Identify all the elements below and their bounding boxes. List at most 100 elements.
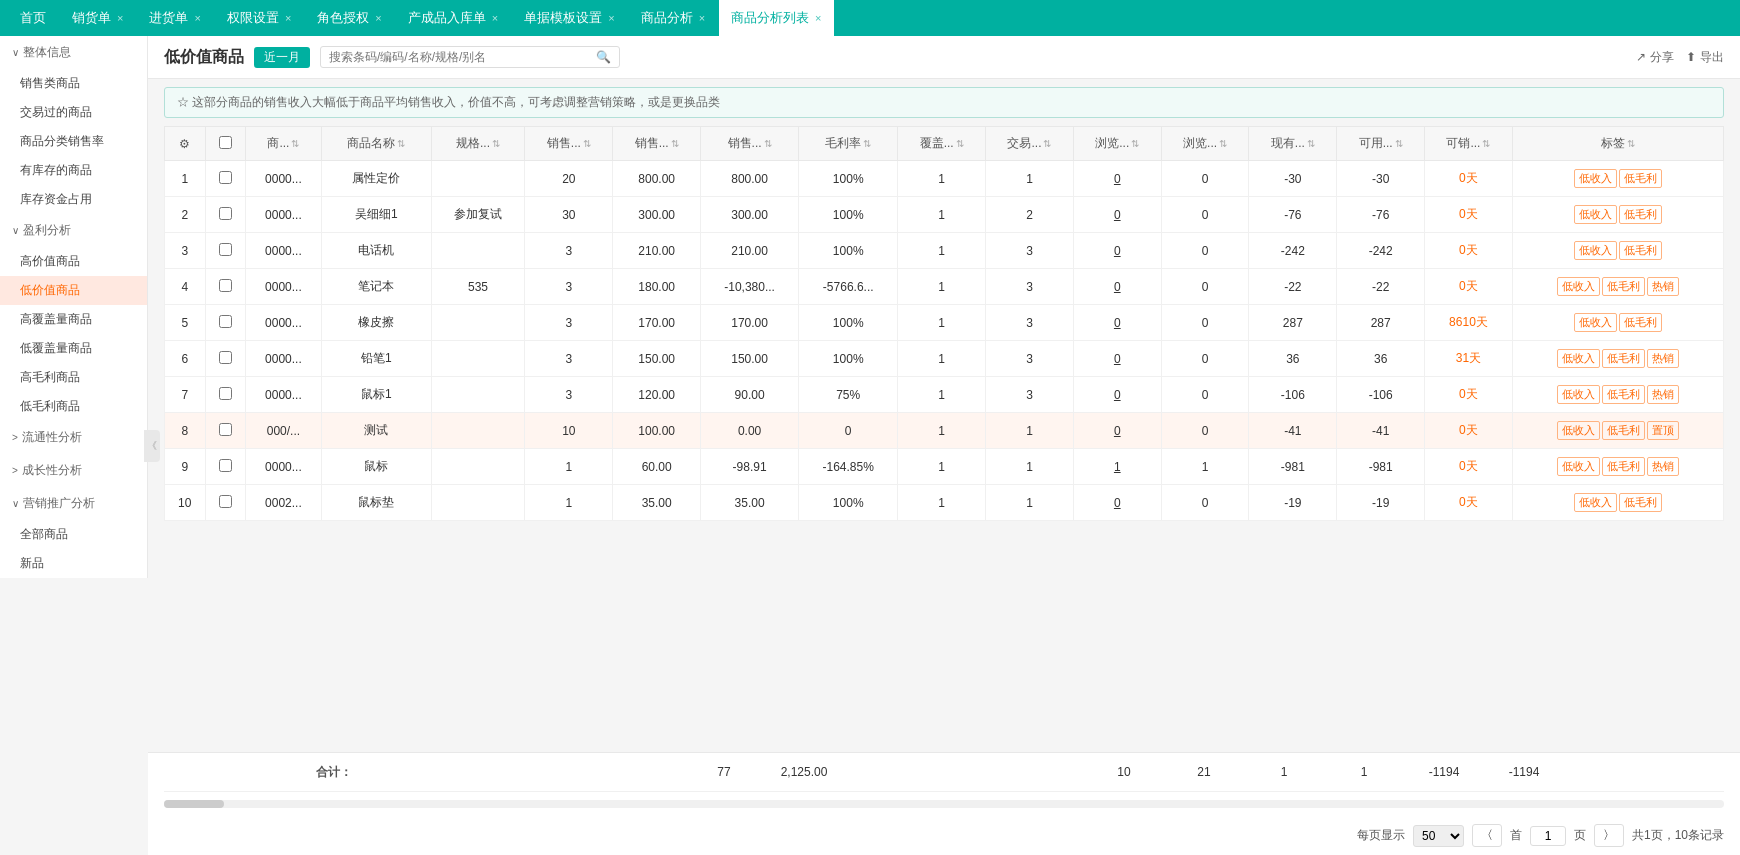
- sidebar-group-header[interactable]: ∨营销推广分析: [0, 487, 147, 520]
- close-icon[interactable]: ×: [194, 12, 200, 24]
- sidebar-collapse-button[interactable]: 《: [144, 430, 160, 462]
- first-page-button[interactable]: 〈: [1472, 824, 1502, 847]
- next-page-button[interactable]: 〉: [1594, 824, 1624, 847]
- view-link[interactable]: 0: [1114, 316, 1121, 330]
- settings-icon[interactable]: ⚙: [179, 137, 190, 151]
- sidebar-group-header[interactable]: ∨盈利分析: [0, 214, 147, 247]
- sidebar-item[interactable]: 低覆盖量商品: [0, 334, 147, 363]
- sort-icon[interactable]: ⇅: [397, 138, 405, 149]
- nav-item[interactable]: 商品分析×: [629, 0, 717, 36]
- row-checkbox-input[interactable]: [219, 315, 232, 328]
- row-checkbox-input[interactable]: [219, 171, 232, 184]
- sort-icon[interactable]: ⇅: [1627, 138, 1635, 149]
- page-size-select[interactable]: 2050100: [1413, 825, 1464, 847]
- table-column-header[interactable]: 标签⇅: [1512, 127, 1723, 161]
- row-checkbox-input[interactable]: [219, 279, 232, 292]
- nav-item[interactable]: 单据模板设置×: [512, 0, 626, 36]
- view-link[interactable]: 0: [1114, 424, 1121, 438]
- table-column-header[interactable]: 商...⇅: [245, 127, 322, 161]
- select-all-checkbox[interactable]: [219, 136, 232, 149]
- close-icon[interactable]: ×: [492, 12, 498, 24]
- sort-icon[interactable]: ⇅: [863, 138, 871, 149]
- sidebar-item[interactable]: 有库存的商品: [0, 156, 147, 185]
- sidebar-item[interactable]: 交易过的商品: [0, 98, 147, 127]
- sidebar-item[interactable]: 高毛利商品: [0, 363, 147, 392]
- table-column-header[interactable]: 现有...⇅: [1249, 127, 1337, 161]
- nav-item[interactable]: 首页: [8, 0, 58, 36]
- sidebar-group-header[interactable]: >流通性分析: [0, 421, 147, 454]
- sort-icon[interactable]: ⇅: [764, 138, 772, 149]
- table-column-header[interactable]: 规格...⇅: [431, 127, 525, 161]
- row-checkbox-input[interactable]: [219, 243, 232, 256]
- nav-item[interactable]: 商品分析列表×: [719, 0, 833, 36]
- close-icon[interactable]: ×: [699, 12, 705, 24]
- close-icon[interactable]: ×: [117, 12, 123, 24]
- sort-icon[interactable]: ⇅: [583, 138, 591, 149]
- sort-icon[interactable]: ⇅: [1043, 138, 1051, 149]
- sidebar-group-header[interactable]: ∨整体信息: [0, 36, 147, 69]
- view-link[interactable]: 0: [1114, 244, 1121, 258]
- table-column-header[interactable]: 浏览...⇅: [1073, 127, 1161, 161]
- view-link[interactable]: 1: [1114, 460, 1121, 474]
- sort-icon[interactable]: ⇅: [1395, 138, 1403, 149]
- row-checkbox-input[interactable]: [219, 387, 232, 400]
- sidebar-item[interactable]: 商品分类销售率: [0, 127, 147, 156]
- table-column-header[interactable]: 商品名称⇅: [322, 127, 431, 161]
- view-link[interactable]: 0: [1114, 172, 1121, 186]
- close-icon[interactable]: ×: [285, 12, 291, 24]
- nav-item[interactable]: 权限设置×: [215, 0, 303, 36]
- export-button[interactable]: ⬆ 导出: [1686, 49, 1724, 66]
- sidebar-item[interactable]: 新品: [0, 549, 147, 578]
- nav-item[interactable]: 角色授权×: [305, 0, 393, 36]
- sidebar-item[interactable]: 低价值商品: [0, 276, 147, 305]
- sort-icon[interactable]: ⇅: [1307, 138, 1315, 149]
- close-icon[interactable]: ×: [608, 12, 614, 24]
- table-column-header[interactable]: 可销...⇅: [1425, 127, 1513, 161]
- row-checkbox-input[interactable]: [219, 459, 232, 472]
- table-container[interactable]: ⚙商...⇅商品名称⇅规格...⇅销售...⇅销售...⇅销售...⇅毛利率⇅覆…: [164, 126, 1724, 752]
- sort-icon[interactable]: ⇅: [956, 138, 964, 149]
- nav-item[interactable]: 进货单×: [137, 0, 212, 36]
- date-filter-button[interactable]: 近一月: [254, 47, 310, 68]
- row-checkbox-input[interactable]: [219, 495, 232, 508]
- sidebar-item[interactable]: 高价值商品: [0, 247, 147, 276]
- sidebar-item[interactable]: 销售类商品: [0, 69, 147, 98]
- sidebar-item[interactable]: 高覆盖量商品: [0, 305, 147, 334]
- view-link[interactable]: 0: [1114, 496, 1121, 510]
- table-row: 40000...笔记本5353180.00-10,380...-5766.6..…: [165, 269, 1724, 305]
- sort-icon[interactable]: ⇅: [1482, 138, 1490, 149]
- view-link[interactable]: 0: [1114, 388, 1121, 402]
- sort-icon[interactable]: ⇅: [1131, 138, 1139, 149]
- sidebar-group-header[interactable]: >成长性分析: [0, 454, 147, 487]
- table-column-header[interactable]: 销售...⇅: [613, 127, 701, 161]
- sort-icon[interactable]: ⇅: [1219, 138, 1227, 149]
- view-link[interactable]: 0: [1114, 280, 1121, 294]
- sort-icon[interactable]: ⇅: [671, 138, 679, 149]
- page-input[interactable]: [1530, 826, 1566, 846]
- search-input[interactable]: [329, 50, 596, 64]
- table-column-header[interactable]: 覆盖...⇅: [898, 127, 986, 161]
- table-column-header[interactable]: 可用...⇅: [1337, 127, 1425, 161]
- close-icon[interactable]: ×: [815, 12, 821, 24]
- sort-icon[interactable]: ⇅: [492, 138, 500, 149]
- sidebar-item[interactable]: 全部商品: [0, 520, 147, 549]
- nav-item[interactable]: 产成品入库单×: [396, 0, 510, 36]
- share-button[interactable]: ↗ 分享: [1636, 49, 1674, 66]
- view-link[interactable]: 0: [1114, 208, 1121, 222]
- sort-icon[interactable]: ⇅: [291, 138, 299, 149]
- table-column-header[interactable]: 浏览...⇅: [1161, 127, 1249, 161]
- table-column-header[interactable]: 交易...⇅: [986, 127, 1074, 161]
- row-checkbox-input[interactable]: [219, 351, 232, 364]
- sidebar-item[interactable]: 低毛利商品: [0, 392, 147, 421]
- view-link[interactable]: 0: [1114, 352, 1121, 366]
- nav-item[interactable]: 销货单×: [60, 0, 135, 36]
- table-column-header[interactable]: 销售...⇅: [525, 127, 613, 161]
- product-name: 吴细细1: [322, 197, 431, 233]
- search-icon[interactable]: 🔍: [596, 50, 611, 64]
- close-icon[interactable]: ×: [375, 12, 381, 24]
- sidebar-item[interactable]: 库存资金占用: [0, 185, 147, 214]
- row-checkbox-input[interactable]: [219, 423, 232, 436]
- row-checkbox-input[interactable]: [219, 207, 232, 220]
- table-column-header[interactable]: 毛利率⇅: [799, 127, 898, 161]
- table-column-header[interactable]: 销售...⇅: [701, 127, 799, 161]
